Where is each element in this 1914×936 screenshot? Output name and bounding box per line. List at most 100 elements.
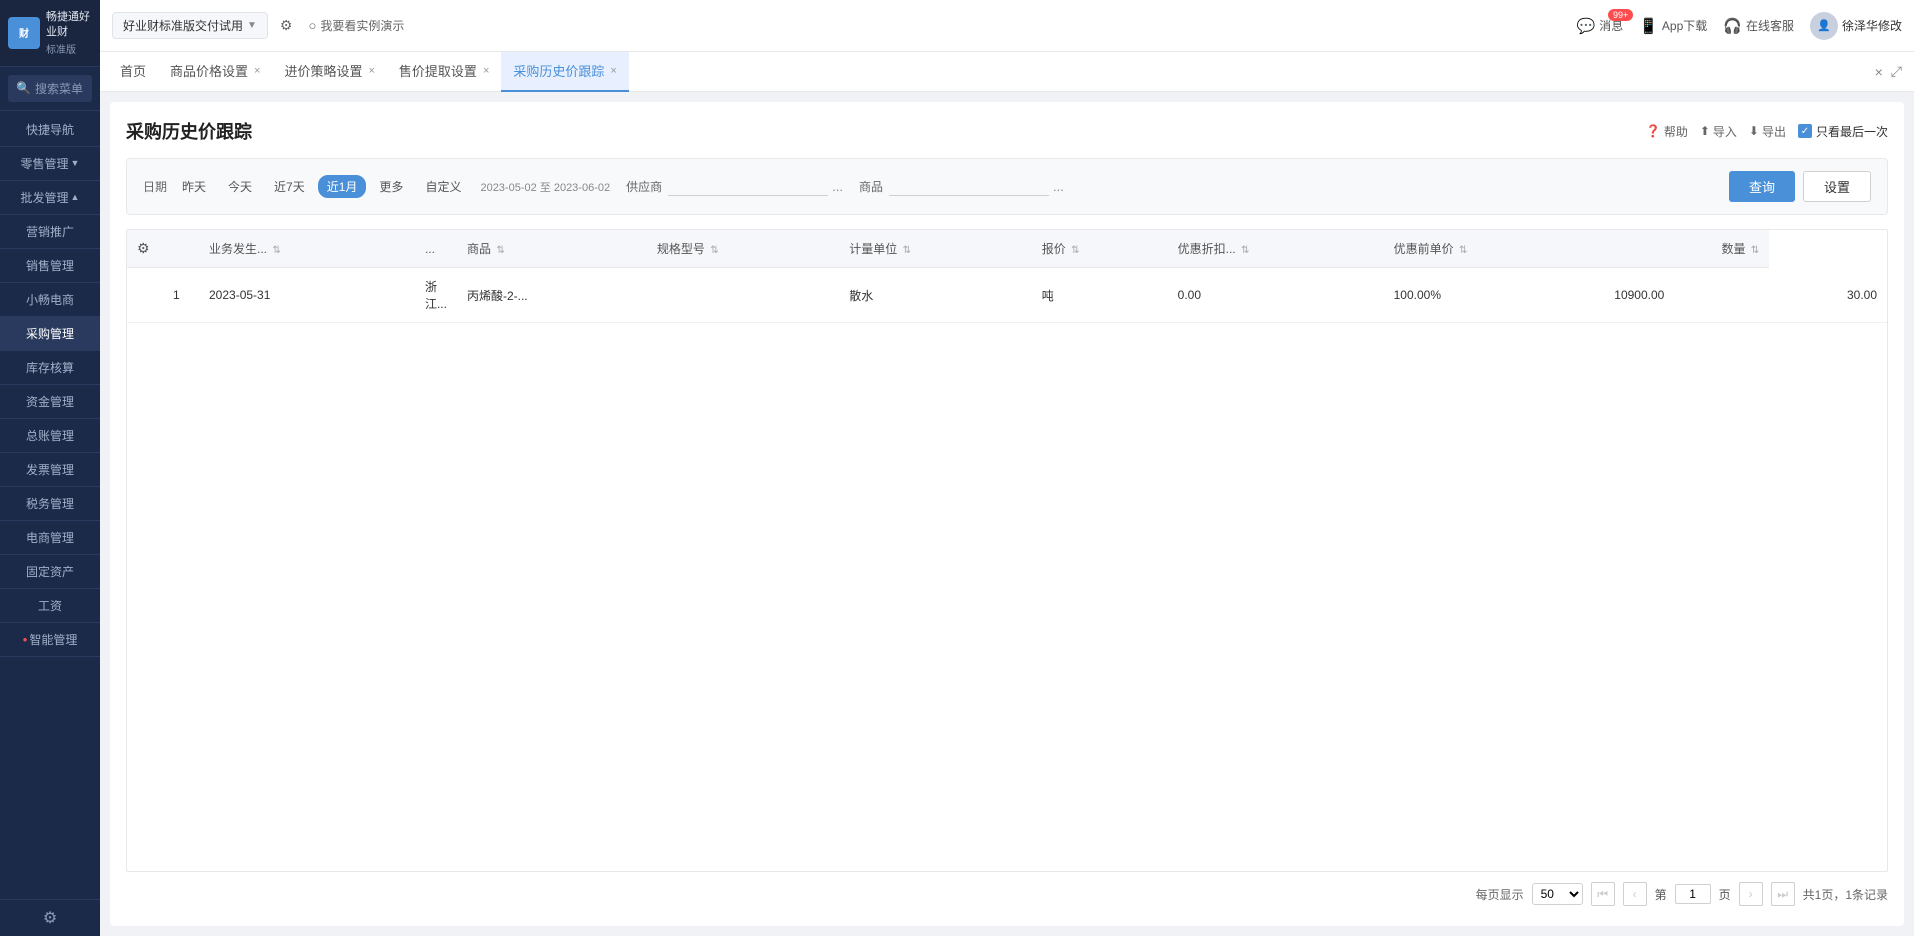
app-logo: 财 畅捷通好业财 标准版	[0, 0, 100, 67]
content-area: 采购历史价跟踪 ❓ 帮助 ⬆ 导入 ⬇ 导出 ✓	[100, 92, 1914, 936]
help-button[interactable]: ❓ 帮助	[1646, 123, 1688, 140]
filter-settings-button[interactable]: 设置	[1803, 171, 1871, 202]
tab-price-close[interactable]: ×	[254, 65, 260, 77]
goods-ellipsis-button[interactable]: ...	[1053, 179, 1064, 194]
sidebar-item-payroll[interactable]: 工资	[0, 589, 100, 623]
demo-label: 我要看实例演示	[320, 17, 404, 34]
tab-sale-price[interactable]: 售价提取设置 ×	[387, 52, 501, 92]
col-spec: 规格型号 ⇅	[647, 230, 839, 268]
sidebar-item-inventory[interactable]: 库存核算	[0, 351, 100, 385]
tab-history-price-close[interactable]: ×	[610, 65, 616, 77]
export-button[interactable]: ⬇ 导出	[1749, 123, 1786, 140]
export-icon: ⬇	[1749, 124, 1759, 138]
topbar: 好业财标准版交付试用 ▼ ⚙ ○ 我要看实例演示 💬 消息 99+ 📱 App下…	[100, 0, 1914, 52]
row-biz-date-cell: 2023-05-31	[199, 268, 415, 323]
sidebar-item-retail[interactable]: 零售管理 ▼	[0, 147, 100, 181]
sidebar-item-ecommerce-label: 电商管理	[26, 531, 74, 545]
col-quote-label: 报价	[1042, 242, 1066, 256]
goods-filter-label: 商品	[859, 178, 883, 195]
user-profile-button[interactable]: 👤 徐泽华修改	[1810, 12, 1902, 40]
main-area: 好业财标准版交付试用 ▼ ⚙ ○ 我要看实例演示 💬 消息 99+ 📱 App下…	[100, 0, 1914, 936]
tab-home[interactable]: 首页	[108, 52, 158, 92]
col-pre-discount-price-sort[interactable]: ⇅	[1459, 245, 1467, 256]
only-latest-checkbox[interactable]: ✓ 只看最后一次	[1798, 123, 1888, 140]
filter-actions: 查询 设置	[1729, 171, 1871, 202]
col-quote-sort[interactable]: ⇅	[1071, 245, 1079, 256]
col-seq	[163, 230, 199, 268]
col-discount-sort[interactable]: ⇅	[1241, 245, 1249, 256]
col-qty: 数量 ⇅	[1604, 230, 1769, 268]
date-range-text: 2023-05-02 至 2023-06-02	[480, 179, 610, 195]
sidebar-item-finance[interactable]: 资金管理	[0, 385, 100, 419]
tab-strategy[interactable]: 进价策略设置 ×	[272, 52, 386, 92]
col-unit: 计量单位 ⇅	[839, 230, 1031, 268]
sidebar-item-marketing[interactable]: 营销推广	[0, 215, 100, 249]
data-table: ⚙ 业务发生... ⇅ ... 商品	[127, 230, 1887, 323]
export-label: 导出	[1762, 123, 1786, 140]
sidebar-item-assets[interactable]: 固定资产	[0, 555, 100, 589]
version-selector[interactable]: 好业财标准版交付试用 ▼	[112, 12, 268, 39]
table-gear-icon[interactable]: ⚙	[137, 240, 150, 256]
window-close-button[interactable]: ×	[1875, 64, 1883, 80]
sidebar-item-sales[interactable]: 销售管理	[0, 249, 100, 283]
tab-history-price[interactable]: 采购历史价跟踪 ×	[501, 52, 628, 92]
tab-strategy-close[interactable]: ×	[368, 65, 374, 77]
sidebar-settings-icon[interactable]: ⚙	[43, 910, 57, 927]
sidebar-item-general-ledger[interactable]: 总账管理	[0, 419, 100, 453]
supplier-ellipsis-button[interactable]: ...	[832, 179, 843, 194]
topbar-settings-button[interactable]: ⚙	[276, 13, 297, 38]
tab-price-label: 商品价格设置	[170, 61, 248, 80]
date-btn-today[interactable]: 今天	[219, 175, 261, 198]
app-name: 畅捷通好业财	[46, 10, 92, 41]
supplier-input[interactable]	[668, 177, 828, 196]
sidebar-item-invoice[interactable]: 发票管理	[0, 453, 100, 487]
sidebar-item-tax[interactable]: 税务管理	[0, 487, 100, 521]
row-spec-cell	[647, 268, 839, 323]
app-download-button[interactable]: 📱 App下载	[1639, 17, 1707, 35]
page-number-input[interactable]	[1675, 884, 1711, 904]
date-btn-1month[interactable]: 近1月	[318, 175, 367, 198]
sidebar-item-ecommerce-small[interactable]: 小畅电商	[0, 283, 100, 317]
sidebar-item-assets-label: 固定资产	[26, 565, 74, 579]
date-btn-custom[interactable]: 自定义	[416, 175, 470, 198]
sidebar-item-invoice-label: 发票管理	[26, 463, 74, 477]
col-qty-sort[interactable]: ⇅	[1751, 245, 1759, 256]
sidebar-item-ecommerce[interactable]: 电商管理	[0, 521, 100, 555]
last-page-button[interactable]: ⏭	[1771, 882, 1795, 906]
sidebar-bottom: ⚙	[0, 899, 100, 936]
search-menu-button[interactable]: 🔍 搜索菜单	[8, 75, 92, 102]
date-btn-7days[interactable]: 近7天	[265, 175, 314, 198]
sidebar-item-purchase[interactable]: 采购管理	[0, 317, 100, 351]
sidebar-item-wholesale[interactable]: 批发管理 ▲	[0, 181, 100, 215]
date-btn-more[interactable]: 更多	[370, 175, 412, 198]
sidebar-item-quick-nav[interactable]: 快捷导航	[0, 111, 100, 147]
demo-button[interactable]: ○ 我要看实例演示	[308, 17, 404, 34]
goods-input[interactable]	[889, 177, 1049, 196]
prev-page-button[interactable]: ‹	[1623, 882, 1647, 906]
row-pre-discount-price-cell: 10900.00	[1604, 268, 1769, 323]
window-expand-button[interactable]: ⤢	[1891, 63, 1902, 80]
col-goods-sort[interactable]: ⇅	[496, 245, 504, 256]
col-discount: 优惠折扣... ⇅	[1168, 230, 1384, 268]
next-page-button[interactable]: ›	[1739, 882, 1763, 906]
message-button[interactable]: 💬 消息 99+	[1577, 17, 1624, 35]
supplier-filter-label: 供应商	[626, 178, 662, 195]
col-spec-sort[interactable]: ⇅	[710, 245, 718, 256]
message-icon: 💬	[1577, 17, 1596, 35]
import-button[interactable]: ⬆ 导入	[1700, 123, 1737, 140]
sidebar-item-smart[interactable]: ● 智能管理	[0, 623, 100, 657]
query-button[interactable]: 查询	[1729, 171, 1795, 202]
per-page-select[interactable]: 50 100 200	[1532, 883, 1583, 905]
sidebar-item-ecommerce-small-label: 小畅电商	[26, 293, 74, 307]
col-extra-label[interactable]: ...	[425, 242, 435, 256]
online-service-button[interactable]: 🎧 在线客服	[1723, 17, 1794, 35]
col-unit-sort[interactable]: ⇅	[903, 245, 911, 256]
col-biz-date-sort[interactable]: ⇅	[272, 245, 280, 256]
tab-price[interactable]: 商品价格设置 ×	[158, 52, 272, 92]
search-icon: 🔍	[16, 81, 31, 95]
date-btn-yesterday[interactable]: 昨天	[173, 175, 215, 198]
first-page-button[interactable]: ⏮	[1591, 882, 1615, 906]
tab-sale-price-close[interactable]: ×	[483, 65, 489, 77]
demo-icon: ○	[308, 18, 316, 33]
pagination: 每页显示 50 100 200 ⏮ ‹ 第 页 › ⏭ 共1页，1条记录	[126, 872, 1888, 910]
